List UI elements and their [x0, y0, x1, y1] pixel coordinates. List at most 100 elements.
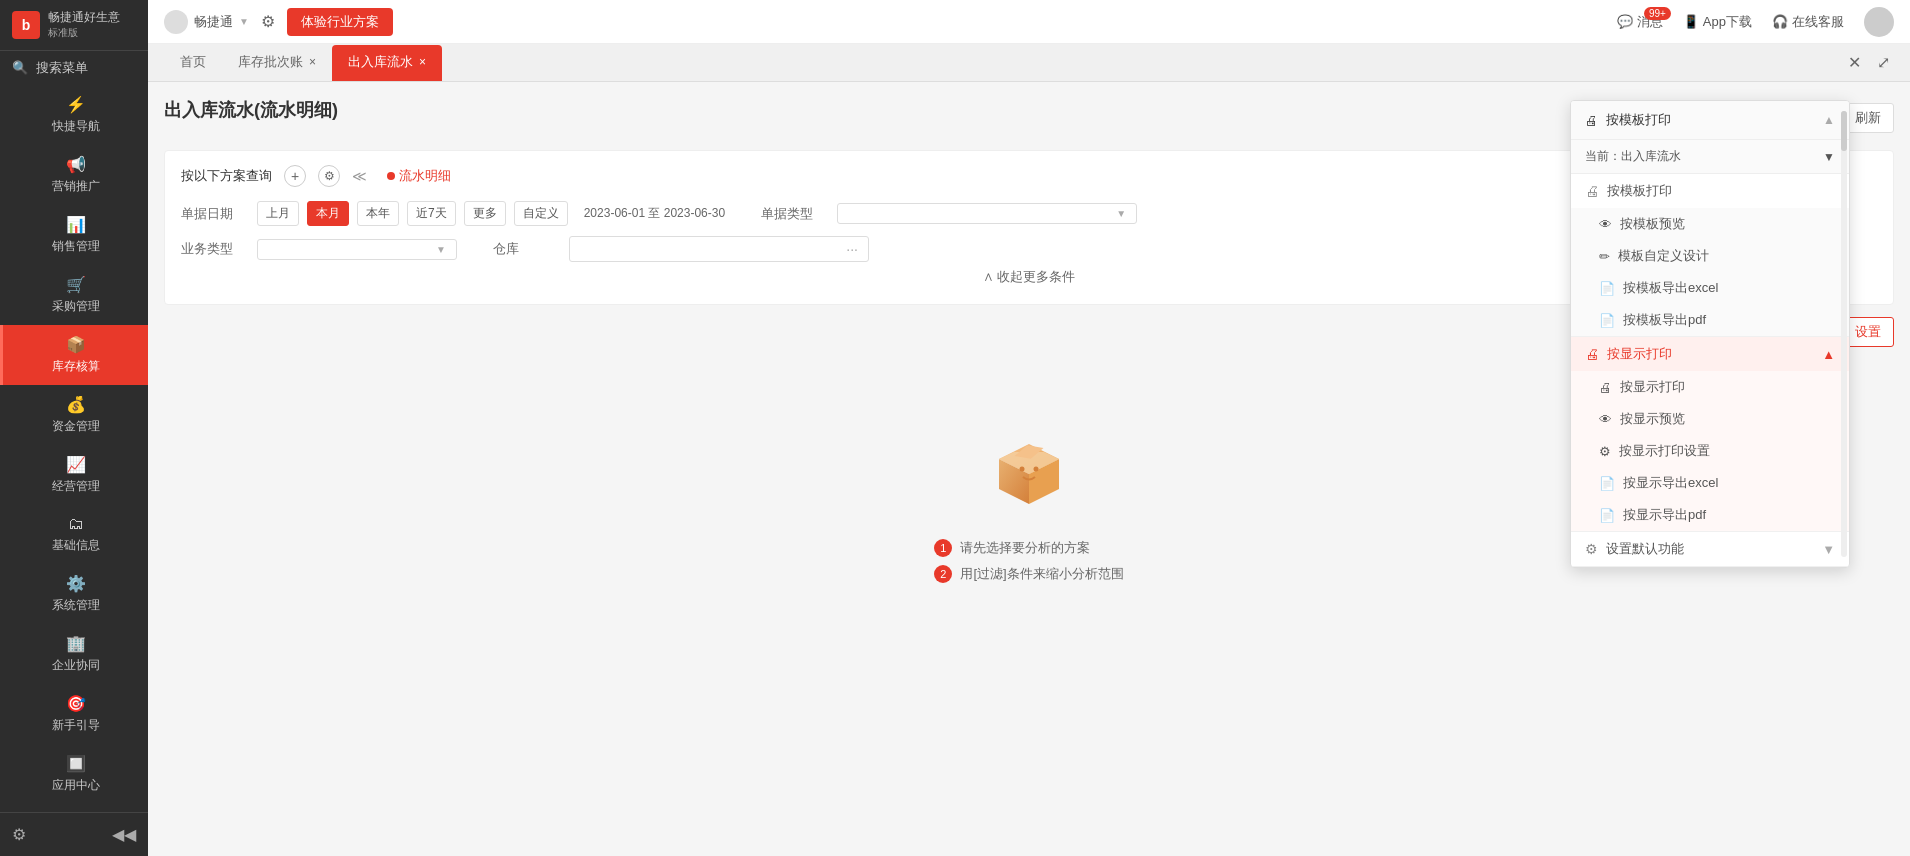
display-excel-item[interactable]: 📄 按显示导出excel	[1571, 467, 1849, 499]
current-arrow: ▼	[1823, 150, 1835, 164]
edit-icon: ✏	[1599, 249, 1610, 264]
tab-batch-ledger[interactable]: 库存批次账 ×	[222, 45, 332, 81]
online-service-button[interactable]: 🎧 在线客服	[1772, 13, 1844, 31]
dropdown-scrollbar-thumb	[1841, 111, 1847, 151]
apps-label: 应用中心	[52, 777, 100, 794]
inventory-label: 库存核算	[52, 358, 100, 375]
sidebar-item-purchase[interactable]: 🛒 采购管理	[0, 265, 148, 325]
sidebar-bottom: ⚙ ◀◀	[0, 812, 148, 856]
basic-icon: 🗂	[68, 515, 84, 533]
sidebar-item-quick-nav[interactable]: ⚡ 快捷导航	[0, 85, 148, 145]
7days-button[interactable]: 近7天	[407, 201, 456, 226]
display-printer-icon: 🖨	[1585, 346, 1599, 362]
collapse-sidebar-icon[interactable]: ◀◀	[112, 825, 136, 844]
tab-flow[interactable]: 出入库流水 ×	[332, 45, 442, 81]
waterflow-label: 流水明细	[399, 167, 451, 185]
tab-flow-close[interactable]: ×	[419, 55, 426, 69]
display-eye-icon: 👁	[1599, 412, 1612, 427]
sidebar-item-finance[interactable]: 💰 资金管理	[0, 385, 148, 445]
default-func-item[interactable]: ⚙ 设置默认功能 ▼	[1571, 532, 1849, 566]
template-excel-item[interactable]: 📄 按模板导出excel	[1571, 272, 1849, 304]
current-month-button[interactable]: 本月	[307, 201, 349, 226]
date-filter-label: 单据日期	[181, 205, 241, 223]
trial-button[interactable]: 体验行业方案	[287, 8, 393, 36]
sidebar-item-enterprise[interactable]: 🏢 企业协同	[0, 624, 148, 684]
date-range-display: 2023-06-01 至 2023-06-30	[584, 205, 725, 222]
empty-icon	[979, 419, 1079, 519]
app-download-label: App下载	[1703, 13, 1752, 31]
svg-point-5	[1020, 467, 1025, 472]
default-func-section: ⚙ 设置默认功能 ▼	[1571, 532, 1849, 567]
display-excel-icon: 📄	[1599, 476, 1615, 491]
current-year-button[interactable]: 本年	[357, 201, 399, 226]
filter-collapse-button[interactable]: ≪	[352, 168, 367, 184]
display-preview-item[interactable]: 👁 按显示预览	[1571, 403, 1849, 435]
template-pdf-item[interactable]: 📄 按模板导出pdf	[1571, 304, 1849, 336]
display-print-item[interactable]: 🖨 按显示打印	[1571, 371, 1849, 403]
tabbar: 首页 库存批次账 × 出入库流水 × ✕ ⤢	[148, 44, 1910, 82]
warehouse-input[interactable]: ···	[569, 236, 869, 262]
warehouse-label: 仓库	[493, 240, 553, 258]
business-type-select[interactable]: ▼	[257, 239, 457, 260]
settings-icon[interactable]: ⚙	[12, 825, 26, 844]
topbar-settings-icon[interactable]: ⚙	[261, 12, 275, 31]
dropdown-header-arrow[interactable]: ▲	[1823, 113, 1835, 127]
custom-button[interactable]: 自定义	[514, 201, 568, 226]
message-button[interactable]: 💬 消息 99+	[1617, 13, 1663, 31]
dropdown-scrollbar[interactable]	[1841, 111, 1847, 557]
type-filter-label: 单据类型	[761, 205, 821, 223]
tab-home[interactable]: 首页	[164, 45, 222, 81]
enterprise-label: 企业协同	[52, 657, 100, 674]
system-label: 系统管理	[52, 597, 100, 614]
sales-icon: 📊	[66, 215, 86, 234]
topbar-right: 💬 消息 99+ 📱 App下载 🎧 在线客服	[1617, 7, 1894, 37]
template-preview-item[interactable]: 👁 按模板预览	[1571, 208, 1849, 240]
tab-expand-button[interactable]: ⤢	[1873, 49, 1894, 76]
sidebar-item-basic[interactable]: 🗂 基础信息	[0, 505, 148, 564]
template-printer-icon: 🖨	[1585, 183, 1599, 199]
marketing-label: 营销推广	[52, 178, 100, 195]
sidebar-item-guide[interactable]: 🎯 新手引导	[0, 684, 148, 744]
waterflow-tag[interactable]: 流水明细	[379, 163, 459, 189]
user-dropdown-icon[interactable]: ▼	[239, 16, 249, 27]
display-sub-items: 🖨 按显示打印 👁 按显示预览 ⚙ 按显示打印设置 📄 按显示导出excel 📄…	[1571, 371, 1849, 531]
last-month-button[interactable]: 上月	[257, 201, 299, 226]
tab-close-window-button[interactable]: ✕	[1844, 49, 1865, 76]
app-download-button[interactable]: 📱 App下载	[1683, 13, 1752, 31]
display-print-section-item[interactable]: 🖨 按显示打印 ▲	[1571, 337, 1849, 371]
guide-icon: 🎯	[66, 694, 86, 713]
sidebar-item-operations[interactable]: 📈 经营管理	[0, 445, 148, 505]
filter-label: 按以下方案查询	[181, 167, 272, 185]
template-print-item[interactable]: 🖨 按模板打印	[1571, 174, 1849, 208]
tab-batch-ledger-close[interactable]: ×	[309, 55, 316, 69]
display-settings-label: 按显示打印设置	[1619, 442, 1710, 460]
more-button[interactable]: 更多	[464, 201, 506, 226]
warehouse-more-icon[interactable]: ···	[846, 241, 858, 257]
basic-label: 基础信息	[52, 537, 100, 554]
logo-icon: b	[12, 11, 40, 39]
sidebar-item-marketing[interactable]: 📢 营销推广	[0, 145, 148, 205]
user-selector[interactable]: 畅捷通 ▼	[164, 10, 249, 34]
sidebar-item-sales[interactable]: 📊 销售管理	[0, 205, 148, 265]
sidebar-item-apps[interactable]: 🔲 应用中心	[0, 744, 148, 804]
business-type-arrow: ▼	[436, 244, 446, 255]
headset-icon: 🎧	[1772, 14, 1788, 29]
waterflow-dot	[387, 172, 395, 180]
business-type-label: 业务类型	[181, 240, 241, 258]
sidebar-search[interactable]: 🔍 搜索菜单	[0, 51, 148, 85]
empty-steps-list: 1 请先选择要分析的方案 2 用[过滤]条件来缩小分析范围	[934, 539, 1123, 591]
template-sub-items: 👁 按模板预览 ✏ 模板自定义设计 📄 按模板导出excel 📄 按模板导出pd…	[1571, 208, 1849, 336]
display-settings-item[interactable]: ⚙ 按显示打印设置	[1571, 435, 1849, 467]
sidebar-item-wechat[interactable]: 💬 企业微信	[0, 804, 148, 812]
display-pdf-item[interactable]: 📄 按显示导出pdf	[1571, 499, 1849, 531]
type-select[interactable]: ▼	[837, 203, 1137, 224]
step1-number: 1	[934, 539, 952, 557]
sidebar-item-system[interactable]: ⚙️ 系统管理	[0, 564, 148, 624]
current-flow-item[interactable]: 当前：出入库流水 ▼	[1571, 140, 1849, 174]
sidebar-item-inventory[interactable]: 📦 库存核算	[0, 325, 148, 385]
add-filter-button[interactable]: +	[284, 165, 306, 187]
filter-settings-button[interactable]: ⚙	[318, 165, 340, 187]
account-avatar[interactable]	[1864, 7, 1894, 37]
template-custom-item[interactable]: ✏ 模板自定义设计	[1571, 240, 1849, 272]
tabbar-right: ✕ ⤢	[1844, 49, 1894, 76]
